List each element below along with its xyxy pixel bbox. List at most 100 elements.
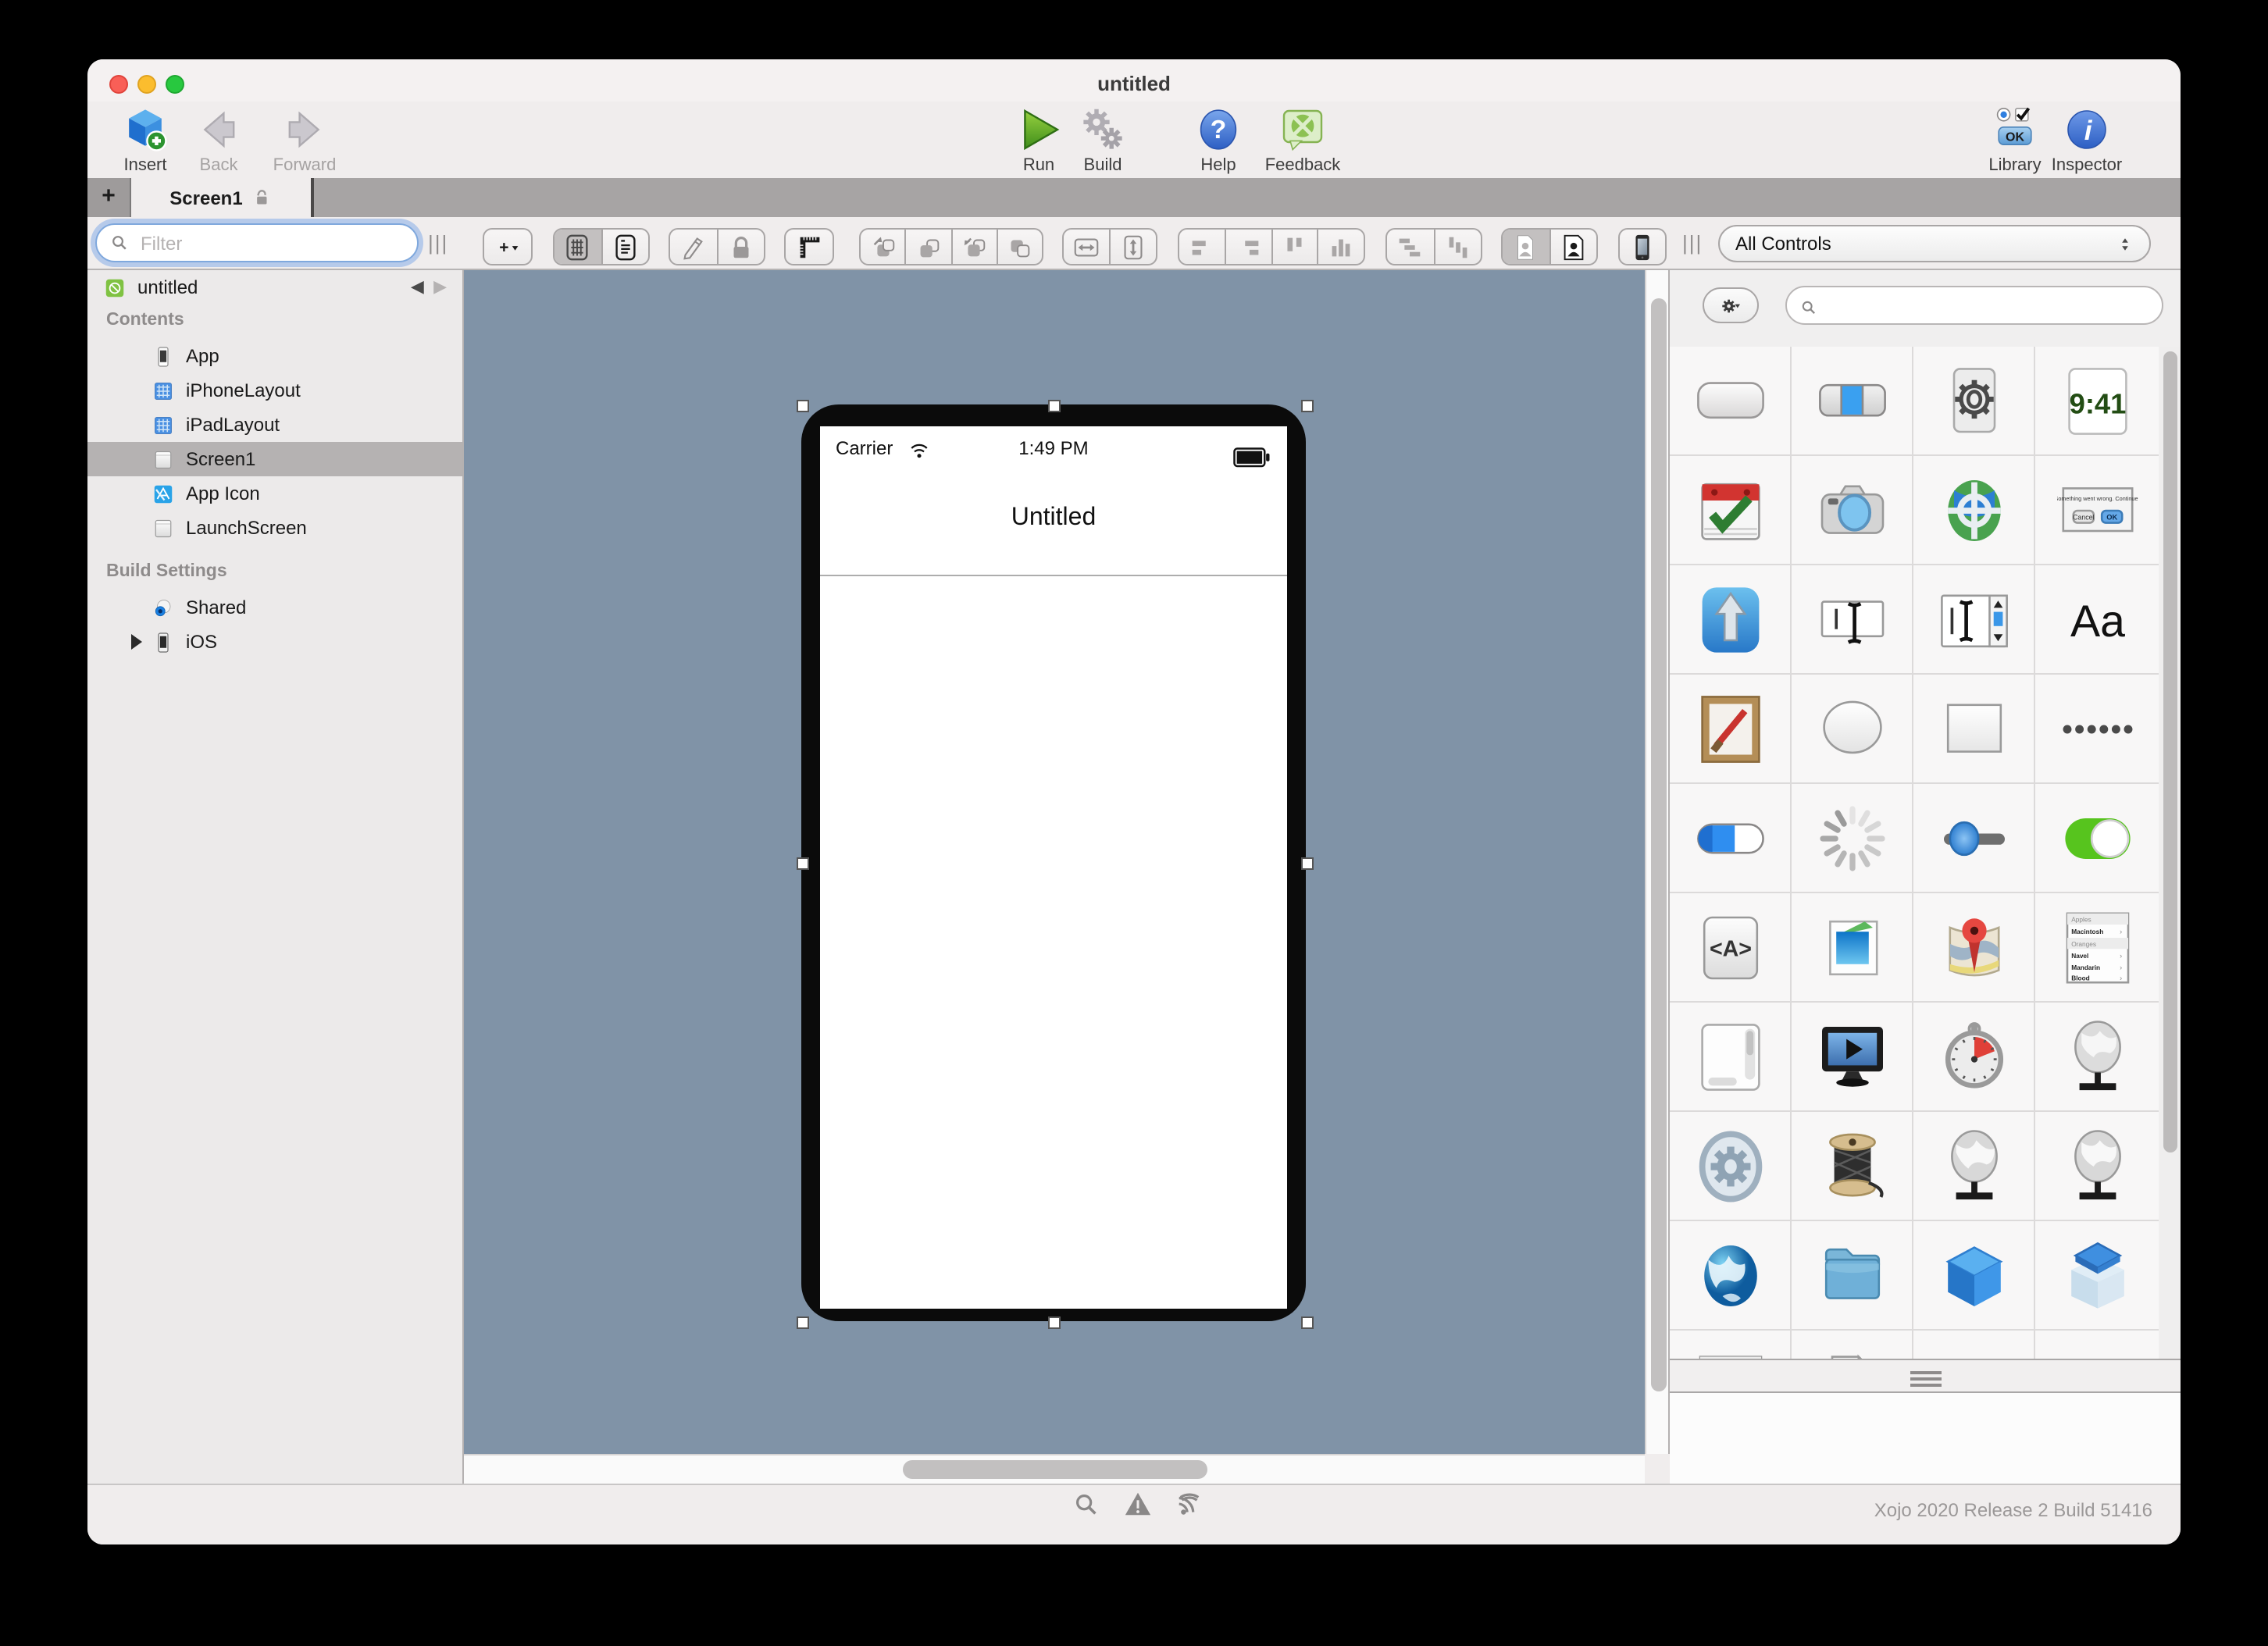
library-settings-button[interactable] [1703, 287, 1759, 323]
library-control-text-document[interactable] [1792, 1331, 1913, 1359]
library-filter-dropdown[interactable]: All Controls [1718, 225, 2151, 262]
search-icon[interactable] [1072, 1490, 1101, 1520]
selection-handle[interactable] [796, 857, 808, 870]
height-arrow-button[interactable] [1111, 230, 1156, 264]
tab-screen1[interactable]: Screen1 [131, 178, 311, 217]
view-doc-button[interactable] [602, 230, 648, 264]
library-control-container-control[interactable] [1913, 1221, 2035, 1331]
space-vertical-button[interactable] [1435, 230, 1481, 264]
layout-canvas[interactable]: Carrier 1:49 PM Untitled [464, 270, 1645, 1454]
device-phone-button[interactable] [1620, 230, 1665, 264]
view-grid-button[interactable] [555, 230, 602, 264]
selection-handle[interactable] [1048, 399, 1061, 412]
sidebar-item-ipadlayout[interactable]: iPadLayout [87, 408, 462, 442]
selection-handle[interactable] [796, 1316, 808, 1328]
library-control-canvas-control[interactable] [1670, 675, 1792, 784]
ruler-button[interactable] [786, 230, 833, 264]
sidebar-item-ios[interactable]: iOS [87, 625, 462, 659]
library-control-push-button[interactable] [1670, 347, 1792, 456]
lock-button[interactable] [718, 230, 764, 264]
order-front-button[interactable] [861, 230, 907, 264]
library-control-share-panel[interactable] [1670, 565, 1792, 675]
library-control-thread[interactable] [1792, 1112, 1913, 1221]
align-top-button[interactable] [1272, 230, 1319, 264]
library-control-tcp-socket[interactable] [1913, 1112, 2035, 1221]
library-control-date-picker[interactable] [1670, 456, 1792, 565]
library-control-segmented-control[interactable] [1792, 347, 1913, 456]
add-tab-button[interactable]: + [87, 178, 131, 217]
library-control-switch[interactable] [2035, 784, 2159, 893]
selection-handle[interactable] [1300, 399, 1313, 412]
library-drag-handle[interactable]: ||| [1682, 231, 1703, 255]
library-control-container-glass[interactable] [2035, 1221, 2159, 1331]
build-button[interactable]: Build [1047, 105, 1159, 175]
library-control-label[interactable]: Aa [2035, 565, 2159, 675]
library-control-camera[interactable] [1792, 456, 1913, 565]
canvas-vertical-scrollbar[interactable] [1645, 270, 1670, 1454]
warning-icon[interactable] [1123, 1490, 1153, 1520]
library-control-html-viewer[interactable]: <A> [1670, 893, 1792, 1003]
navigator-drag-handle[interactable]: ||| [428, 231, 448, 255]
sidebar-item-app[interactable]: App [87, 339, 462, 373]
selection-handle[interactable] [1300, 857, 1313, 870]
width-arrow-button[interactable] [1064, 230, 1111, 264]
iphone-mockup[interactable]: Carrier 1:49 PM Untitled [801, 404, 1306, 1321]
project-row[interactable]: untitled ◀ ▶ [87, 270, 462, 305]
library-control-movie-player[interactable] [1792, 1003, 1913, 1112]
library-control-text-area[interactable] [1913, 565, 2035, 675]
space-horizontal-button[interactable] [1387, 230, 1435, 264]
filter-input[interactable] [137, 230, 405, 255]
history-arrows[interactable]: ◀ ▶ [411, 276, 447, 297]
pencil-button[interactable] [670, 230, 718, 264]
library-control-map-viewer[interactable] [1913, 893, 2035, 1003]
vscroll-thumb[interactable] [1650, 298, 1666, 1391]
sidebar-item-shared[interactable]: Shared [87, 590, 462, 625]
library-scrollbar[interactable] [2160, 347, 2181, 1359]
align-histogram-button[interactable] [1319, 230, 1364, 264]
library-control-slider[interactable] [1913, 784, 2035, 893]
align-left-button[interactable] [1179, 230, 1226, 264]
library-control-text-field[interactable] [1792, 565, 1913, 675]
orient-portrait-button[interactable] [1503, 230, 1550, 264]
feedback-button[interactable]: Feedback [1246, 105, 1359, 175]
inspector-button[interactable]: i Inspector [2031, 105, 2143, 175]
library-control-envelope[interactable] [1913, 1331, 2035, 1359]
selection-handle[interactable] [1300, 1316, 1313, 1328]
sidebar-item-screen1[interactable]: Screen1 [87, 442, 462, 476]
library-control-window-control[interactable]: x□− [2035, 1331, 2159, 1359]
order-forward-button[interactable] [907, 230, 952, 264]
library-control-message-box[interactable]: Something went wrong. Continue? Cancel OK [2035, 456, 2159, 565]
library-search-field[interactable] [1785, 286, 2163, 325]
library-control-date-time[interactable]: 9:41 [2035, 347, 2159, 456]
canvas-horizontal-scrollbar[interactable] [464, 1454, 1645, 1484]
library-control-scrollable-area[interactable] [1670, 1003, 1792, 1112]
library-control-oval[interactable] [1792, 675, 1913, 784]
library-search-input[interactable] [1826, 293, 2149, 318]
library-control-udp-socket[interactable] [2035, 1112, 2159, 1221]
library-control-activity-indicator[interactable] [1792, 784, 1913, 893]
order-back-button[interactable] [952, 230, 998, 264]
sidebar-item-app-icon[interactable]: App Icon [87, 476, 462, 511]
library-control-settings-pane[interactable] [1913, 347, 2035, 456]
library-control-popup-list[interactable]: ApplesMacintosh› [1670, 1331, 1792, 1359]
library-control-separator[interactable] [2035, 675, 2159, 784]
library-control-shell[interactable] [1670, 1112, 1792, 1221]
library-control-web-connection[interactable] [1670, 1221, 1792, 1331]
add-menu-button[interactable]: + [484, 230, 531, 264]
feed-icon[interactable] [1175, 1490, 1204, 1520]
library-splitter[interactable] [1670, 1359, 2181, 1393]
navigator-filter-field[interactable] [95, 223, 419, 262]
library-control-folder-item[interactable] [1792, 1221, 1913, 1331]
library-control-rectangle[interactable] [1913, 675, 2035, 784]
orient-landscape-button[interactable] [1550, 230, 1596, 264]
selection-handle[interactable] [796, 399, 808, 412]
disclosure-triangle[interactable] [131, 634, 142, 650]
library-control-progress-bar[interactable] [1670, 784, 1792, 893]
selection-handle[interactable] [1048, 1316, 1061, 1328]
sidebar-item-launchscreen[interactable]: LaunchScreen [87, 511, 462, 545]
hscroll-thumb[interactable] [903, 1460, 1207, 1479]
library-control-image-viewer[interactable] [1792, 893, 1913, 1003]
library-control-timer[interactable] [1913, 1003, 2035, 1112]
library-scroll-thumb[interactable] [2163, 351, 2177, 1153]
order-backward-button[interactable] [998, 230, 1043, 264]
